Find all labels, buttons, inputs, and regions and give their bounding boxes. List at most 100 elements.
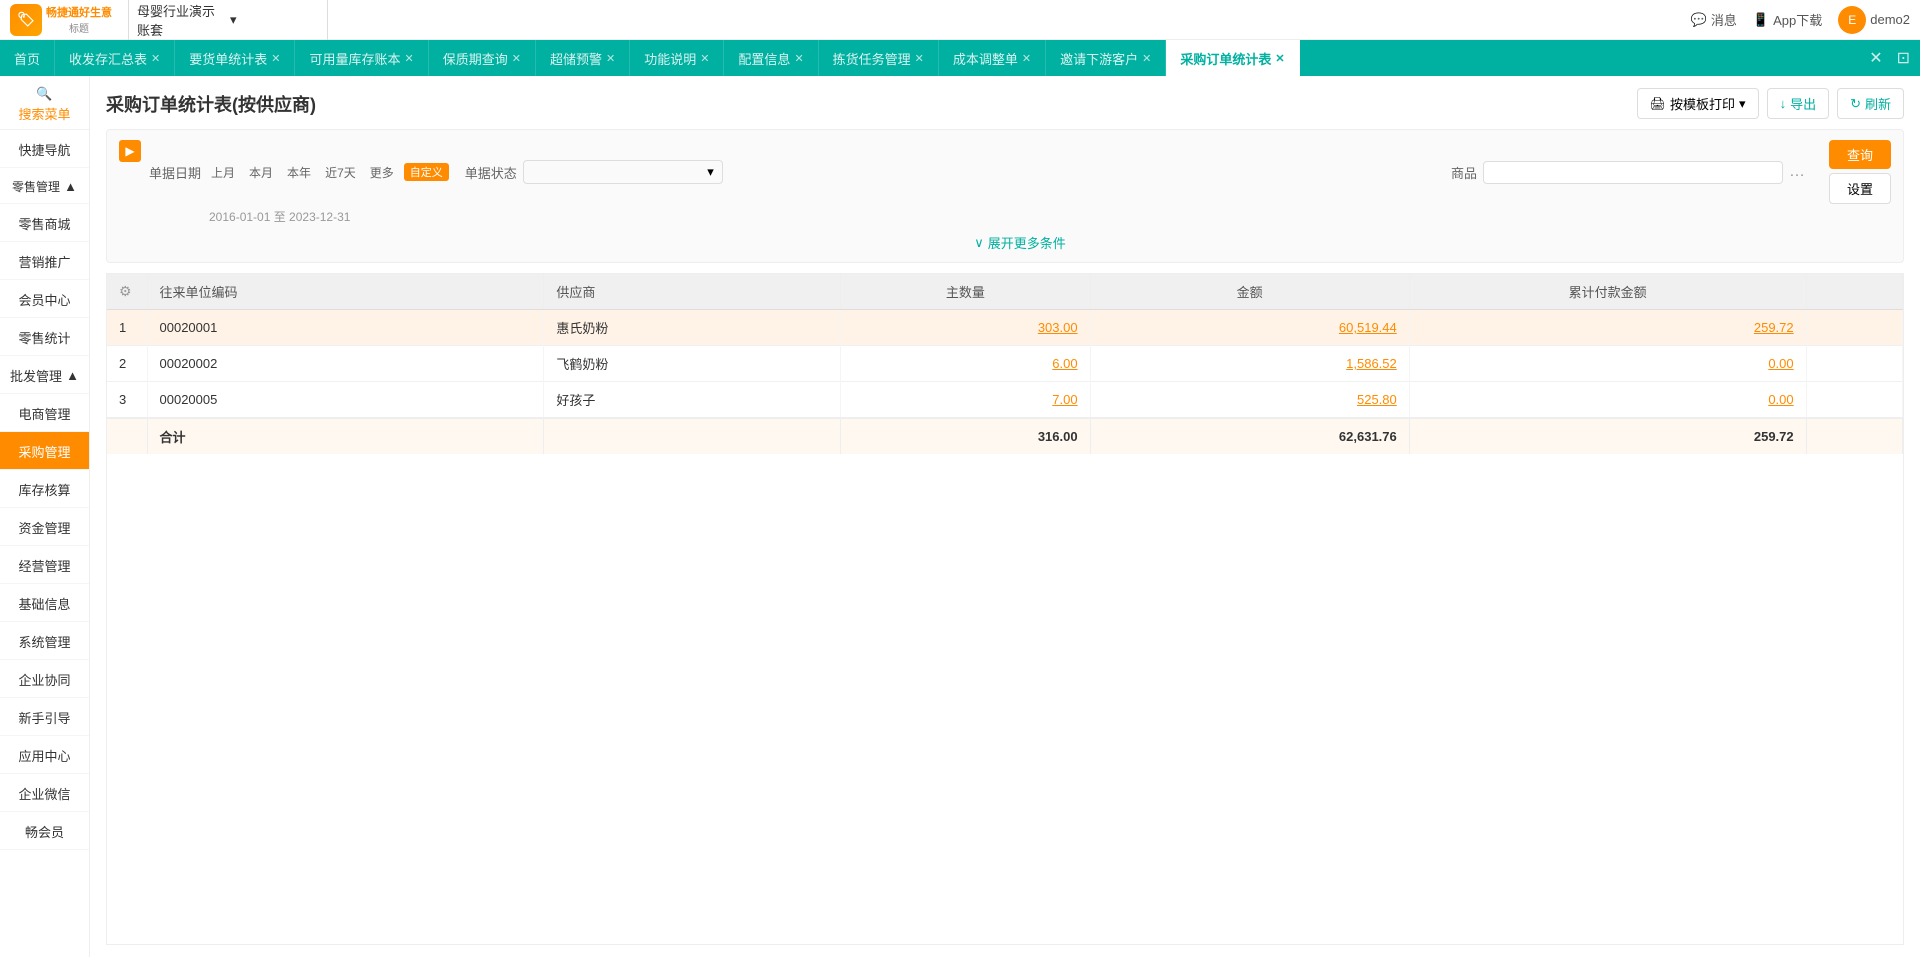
query-btn[interactable]: 查询 bbox=[1829, 140, 1891, 169]
filter-status-select[interactable]: ▾ bbox=[523, 160, 723, 184]
tab-peizhi[interactable]: 配置信息 ✕ bbox=[724, 40, 818, 76]
row-paid[interactable]: 0.00 bbox=[1409, 346, 1806, 382]
sidebar-item-system[interactable]: 系统管理 bbox=[0, 622, 89, 660]
tab-keyong[interactable]: 可用量库存账本 ✕ bbox=[295, 40, 428, 76]
maximize-tab-btn[interactable]: ⊡ bbox=[1891, 46, 1916, 70]
app-download-btn[interactable]: 📱 App下载 bbox=[1753, 10, 1822, 29]
tab-chengben[interactable]: 成本调整单 ✕ bbox=[939, 40, 1046, 76]
custom-date-badge[interactable]: 自定义 bbox=[404, 163, 449, 181]
footer-supplier-empty bbox=[544, 418, 841, 454]
row-index: 2 bbox=[107, 346, 147, 382]
footer-extra bbox=[1806, 418, 1902, 454]
date-range-display: 2016-01-01 至 2023-12-31 bbox=[209, 208, 1891, 225]
filter-more[interactable]: 更多 bbox=[366, 162, 398, 183]
row-quantity[interactable]: 6.00 bbox=[841, 346, 1091, 382]
sidebar-item-ecommerce[interactable]: 电商管理 bbox=[0, 394, 89, 432]
row-quantity[interactable]: 303.00 bbox=[841, 310, 1091, 346]
filter-this-month[interactable]: 本月 bbox=[245, 162, 277, 183]
filter-expand-arrow[interactable]: ▶ bbox=[119, 140, 141, 162]
logo-area: 🏷 畅捷通好生意 标题 bbox=[10, 4, 112, 36]
tab-close-jianhuo[interactable]: ✕ bbox=[915, 52, 924, 65]
goods-filter-more-icon[interactable]: … bbox=[1789, 163, 1805, 181]
tab-close-caigou[interactable]: ✕ bbox=[1275, 52, 1284, 65]
tab-close-shoufacun[interactable]: ✕ bbox=[151, 52, 160, 65]
export-btn[interactable]: ↓ 导出 bbox=[1767, 88, 1830, 119]
tab-close-yaoqing[interactable]: ✕ bbox=[1142, 52, 1151, 65]
tab-caigou-active[interactable]: 采购订单统计表 ✕ bbox=[1166, 40, 1299, 76]
row-paid[interactable]: 0.00 bbox=[1409, 382, 1806, 419]
tab-close-baozhi[interactable]: ✕ bbox=[512, 52, 521, 65]
filter-last-month[interactable]: 上月 bbox=[207, 162, 239, 183]
company-selector[interactable]: 母婴行业演示账套 ▾ bbox=[128, 0, 328, 43]
sidebar-item-basic[interactable]: 基础信息 bbox=[0, 584, 89, 622]
sidebar-item-finance[interactable]: 资金管理 bbox=[0, 508, 89, 546]
search-icon: 🔍 bbox=[36, 86, 52, 102]
sidebar-item-wholesale[interactable]: 批发管理 ▲ bbox=[0, 356, 89, 394]
sidebar-item-inventory[interactable]: 库存核算 bbox=[0, 470, 89, 508]
sidebar-item-quick-nav[interactable]: 快捷导航 bbox=[0, 130, 89, 168]
template-print-btn[interactable]: 🖨 按模板打印 ▾ bbox=[1637, 88, 1759, 119]
tab-close-keyong[interactable]: ✕ bbox=[405, 52, 414, 65]
sidebar-item-marketing[interactable]: 营销推广 bbox=[0, 242, 89, 280]
expand-more-btn[interactable]: ∨ 展开更多条件 bbox=[974, 233, 1066, 252]
tab-close-yaohuo[interactable]: ✕ bbox=[271, 52, 280, 65]
sidebar-item-retail-mgmt[interactable]: 零售管理 ▲ bbox=[0, 168, 89, 204]
footer-label: 合计 bbox=[147, 418, 544, 454]
col-settings[interactable]: ⚙ bbox=[107, 274, 147, 310]
sidebar-search[interactable]: 🔍 搜索菜单 bbox=[0, 76, 89, 130]
refresh-btn[interactable]: ↻ 刷新 bbox=[1837, 88, 1904, 119]
tab-close-peizhi[interactable]: ✕ bbox=[794, 52, 803, 65]
footer-amount: 62,631.76 bbox=[1090, 418, 1409, 454]
sidebar-marketing-label: 营销推广 bbox=[18, 252, 70, 271]
sidebar-retail-label: 零售管理 bbox=[12, 178, 60, 195]
filter-this-year[interactable]: 本年 bbox=[283, 162, 315, 183]
row-amount[interactable]: 1,586.52 bbox=[1090, 346, 1409, 382]
filter-7days[interactable]: 近7天 bbox=[321, 162, 360, 183]
sidebar-item-operations[interactable]: 经营管理 bbox=[0, 546, 89, 584]
message-btn[interactable]: 💬 消息 bbox=[1691, 10, 1737, 29]
sidebar-item-guide[interactable]: 新手引导 bbox=[0, 698, 89, 736]
user-profile[interactable]: E demo2 bbox=[1838, 6, 1910, 34]
sidebar-ecommerce-label: 电商管理 bbox=[18, 404, 70, 423]
sidebar-item-retail-shop[interactable]: 零售商城 bbox=[0, 204, 89, 242]
page-header: 采购订单统计表(按供应商) 🖨 按模板打印 ▾ ↓ 导出 ↻ 刷新 bbox=[106, 88, 1904, 119]
query-actions: 查询 设置 bbox=[1829, 140, 1891, 204]
top-bar: 🏷 畅捷通好生意 标题 母婴行业演示账套 ▾ 💬 消息 📱 App下载 E de… bbox=[0, 0, 1920, 40]
sidebar-member-label: 会员中心 bbox=[18, 290, 70, 309]
sidebar-app-center-label: 应用中心 bbox=[18, 746, 70, 765]
tab-yaohuo[interactable]: 要货单统计表 ✕ bbox=[175, 40, 295, 76]
sidebar-retail-arrow: ▲ bbox=[64, 179, 77, 194]
row-extra bbox=[1806, 346, 1902, 382]
row-code: 00020001 bbox=[147, 310, 544, 346]
tab-close-gongneng[interactable]: ✕ bbox=[700, 52, 709, 65]
filter-section: ▶ 单据日期 上月 本月 本年 近7天 更多 自定义 bbox=[119, 140, 1891, 252]
tab-close-chengben[interactable]: ✕ bbox=[1022, 52, 1031, 65]
row-amount[interactable]: 525.80 bbox=[1090, 382, 1409, 419]
sidebar-item-collaboration[interactable]: 企业协同 bbox=[0, 660, 89, 698]
tab-close-chaochu[interactable]: ✕ bbox=[606, 52, 615, 65]
sidebar-wechat-label: 企业微信 bbox=[18, 784, 70, 803]
sidebar-purchase-label: 采购管理 bbox=[18, 442, 70, 461]
tab-baozhi[interactable]: 保质期查询 ✕ bbox=[429, 40, 536, 76]
settings-btn[interactable]: 设置 bbox=[1829, 173, 1891, 204]
close-tab-btn[interactable]: ✕ bbox=[1863, 46, 1888, 70]
sidebar-item-purchase[interactable]: 采购管理 bbox=[0, 432, 89, 470]
tab-gongneng[interactable]: 功能说明 ✕ bbox=[630, 40, 724, 76]
sidebar-item-retail-stats[interactable]: 零售统计 bbox=[0, 318, 89, 356]
tab-jianhuo[interactable]: 拣货任务管理 ✕ bbox=[819, 40, 939, 76]
goods-filter-label: 商品 bbox=[1451, 163, 1477, 182]
row-paid[interactable]: 259.72 bbox=[1409, 310, 1806, 346]
sidebar-item-app-center[interactable]: 应用中心 bbox=[0, 736, 89, 774]
sidebar-item-member[interactable]: 会员中心 bbox=[0, 280, 89, 318]
tab-chaochu[interactable]: 超储预警 ✕ bbox=[536, 40, 630, 76]
tab-yaoqing[interactable]: 邀请下游客户 ✕ bbox=[1046, 40, 1166, 76]
goods-filter-input[interactable] bbox=[1483, 161, 1783, 184]
tab-home[interactable]: 首页 bbox=[0, 40, 55, 76]
sidebar-item-vip[interactable]: 畅会员 bbox=[0, 812, 89, 850]
user-name: demo2 bbox=[1870, 12, 1910, 27]
message-icon: 💬 bbox=[1691, 12, 1707, 28]
sidebar-item-wechat[interactable]: 企业微信 bbox=[0, 774, 89, 812]
row-quantity[interactable]: 7.00 bbox=[841, 382, 1091, 419]
row-amount[interactable]: 60,519.44 bbox=[1090, 310, 1409, 346]
tab-shoufacun[interactable]: 收发存汇总表 ✕ bbox=[55, 40, 175, 76]
